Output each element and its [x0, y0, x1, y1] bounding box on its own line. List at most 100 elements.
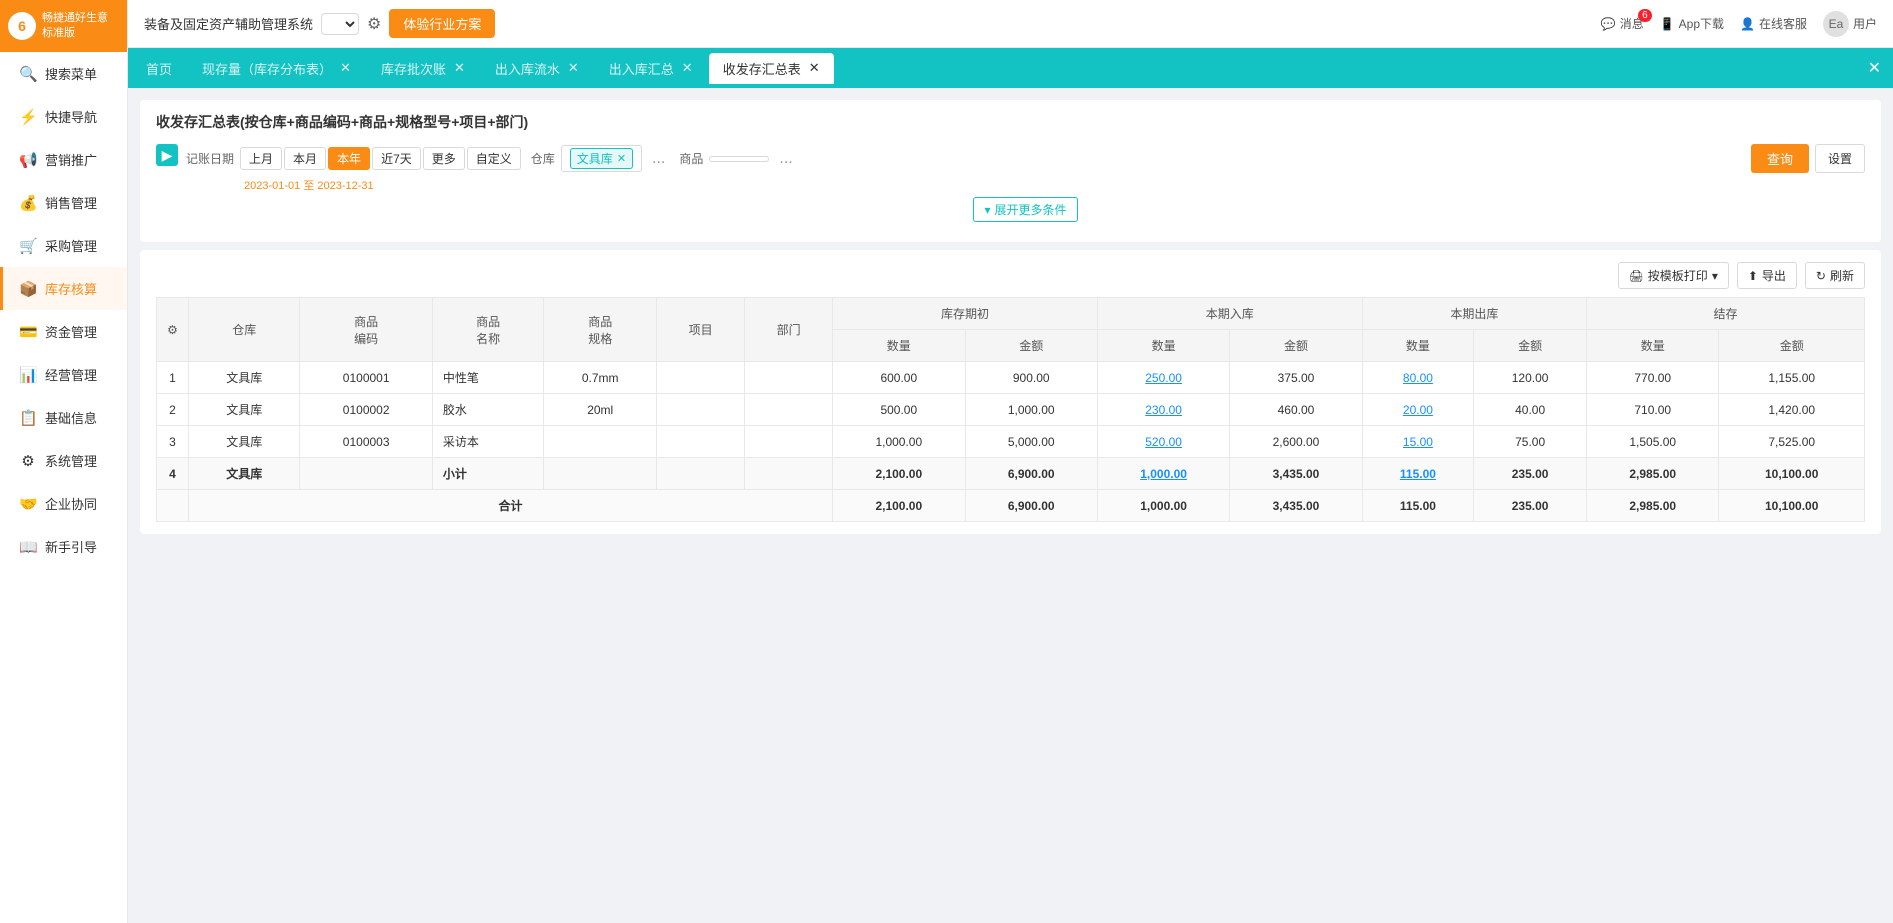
sidebar-label-inventory: 库存核算: [45, 279, 97, 298]
subtotal-in-qty[interactable]: 1,000.00: [1097, 458, 1229, 490]
refresh-btn[interactable]: ↻ 刷新: [1805, 262, 1865, 289]
row-out-amt: 75.00: [1474, 426, 1587, 458]
export-label: 导出: [1762, 267, 1786, 284]
sidebar-label-system: 系统管理: [45, 451, 97, 470]
sidebar-item-guide[interactable]: 📖 新手引导: [0, 525, 127, 568]
col-open-qty-header: 数量: [833, 330, 965, 362]
sidebar-icon-basic: 📋: [19, 409, 37, 427]
sidebar-item-search[interactable]: 🔍 搜索菜单: [0, 52, 127, 95]
subtotal-out-amt: 235.00: [1474, 458, 1587, 490]
sidebar-item-inventory[interactable]: 📦 库存核算: [0, 267, 127, 310]
warehouse-tag-close[interactable]: ✕: [617, 152, 626, 165]
system-select[interactable]: [321, 13, 359, 35]
row-goods-spec: [544, 426, 657, 458]
col-setting-header[interactable]: ⚙: [157, 298, 189, 362]
subtotal-out-qty[interactable]: 115.00: [1362, 458, 1474, 490]
date-btn-本月[interactable]: 本月: [284, 147, 326, 170]
tab-home[interactable]: 首页: [132, 53, 186, 84]
subtotal-open-amt: 6,900.00: [965, 458, 1097, 490]
export-btn[interactable]: ⬆ 导出: [1737, 262, 1797, 289]
row-out-qty[interactable]: 15.00: [1362, 426, 1474, 458]
trial-button[interactable]: 体验行业方案: [389, 9, 495, 38]
tab-inout_summary[interactable]: 出入库汇总 ✕: [595, 53, 707, 84]
col-out-header: 本期出库: [1362, 298, 1586, 330]
sidebar-icon-purchase: 🛒: [19, 237, 37, 255]
sidebar-item-finance[interactable]: 💳 资金管理: [0, 310, 127, 353]
subtotal-goods-spec: [544, 458, 657, 490]
app-download-item[interactable]: 📱 App下载: [1660, 15, 1724, 32]
tab-close-collect_summary[interactable]: ✕: [809, 60, 820, 76]
row-goods-name: 胶水: [432, 394, 543, 426]
sidebar-icon-enterprise: 🤝: [19, 495, 37, 513]
message-icon: 💬: [1601, 17, 1616, 31]
sidebar-icon-sales: 💰: [19, 194, 37, 212]
tab-close-inout_flow[interactable]: ✕: [568, 60, 579, 76]
tab-stock_dist[interactable]: 现存量（库存分布表） ✕: [188, 53, 365, 84]
tabs-close-all[interactable]: ✕: [1860, 54, 1889, 82]
filter-collapse-btn[interactable]: ▶: [156, 144, 178, 166]
tab-close-inout_summary[interactable]: ✕: [682, 60, 693, 76]
row-project: [657, 362, 745, 394]
user-item[interactable]: Ea 用户: [1823, 11, 1877, 37]
tab-batch_ledger[interactable]: 库存批次账✕: [367, 53, 479, 84]
footer-out-qty: 115.00: [1362, 490, 1474, 522]
print-btn[interactable]: 🖨 按模板打印 ▾: [1618, 262, 1729, 289]
data-table-container: ⚙ 仓库 商品编码 商品名称 商品规格 项目 部门 库存期初 本期入库 本期出库…: [156, 297, 1865, 522]
sidebar-label-sales: 销售管理: [45, 193, 97, 212]
row-in-qty[interactable]: 230.00: [1097, 394, 1229, 426]
row-project: [657, 426, 745, 458]
col-department-header: 部门: [745, 298, 833, 362]
date-range-label: 2023-01-01 至 2023-12-31: [244, 177, 1865, 193]
sidebar-item-business[interactable]: 📊 经营管理: [0, 353, 127, 396]
date-btn-自定义[interactable]: 自定义: [467, 147, 521, 170]
refresh-icon: ↻: [1816, 269, 1826, 283]
sidebar-item-enterprise[interactable]: 🤝 企业协同: [0, 482, 127, 525]
sidebar-item-sales[interactable]: 💰 销售管理: [0, 181, 127, 224]
sidebar-icon-quicknav: ⚡: [19, 108, 37, 126]
query-button[interactable]: 查询: [1751, 144, 1809, 173]
tab-inout_flow[interactable]: 出入库流水✕: [481, 53, 593, 84]
date-btn-上月[interactable]: 上月: [240, 147, 282, 170]
date-btn-本年[interactable]: 本年: [328, 147, 370, 170]
expand-label: 展开更多条件: [995, 201, 1067, 218]
gear-icon[interactable]: ⚙: [367, 14, 381, 34]
sidebar-icon-system: ⚙: [19, 452, 37, 470]
tab-label-inout_summary: 出入库汇总: [609, 59, 674, 78]
date-btn-近7天[interactable]: 近7天: [372, 147, 421, 170]
sidebar-item-system[interactable]: ⚙ 系统管理: [0, 439, 127, 482]
col-in-amt-header: 金额: [1230, 330, 1362, 362]
sidebar-item-basic[interactable]: 📋 基础信息: [0, 396, 127, 439]
subtotal-in-amt: 3,435.00: [1230, 458, 1362, 490]
settings-button[interactable]: 设置: [1815, 144, 1865, 173]
sidebar-label-guide: 新手引导: [45, 537, 97, 556]
date-btn-更多[interactable]: 更多: [423, 147, 465, 170]
row-out-amt: 40.00: [1474, 394, 1587, 426]
row-out-qty[interactable]: 80.00: [1362, 362, 1474, 394]
warehouse-more-dots[interactable]: ...: [648, 150, 669, 168]
expand-conditions-btn[interactable]: ▾ 展开更多条件: [973, 197, 1077, 222]
row-in-qty[interactable]: 520.00: [1097, 426, 1229, 458]
sidebar-label-basic: 基础信息: [45, 408, 97, 427]
tab-collect_summary[interactable]: 收发存汇总表✕: [709, 53, 834, 84]
logo-text: 畅捷通好生意 标准版: [42, 11, 108, 42]
row-out-qty[interactable]: 20.00: [1362, 394, 1474, 426]
tab-close-stock_dist[interactable]: ✕: [340, 60, 351, 76]
date-filter-label: 记账日期: [186, 150, 234, 167]
sidebar-item-purchase[interactable]: 🛒 采购管理: [0, 224, 127, 267]
tab-close-batch_ledger[interactable]: ✕: [454, 60, 465, 76]
tab-label-stock_dist: 现存量（库存分布表）: [202, 59, 332, 78]
row-in-qty[interactable]: 250.00: [1097, 362, 1229, 394]
row-open-qty: 600.00: [833, 362, 965, 394]
logo-area: 6 畅捷通好生意 标准版: [0, 0, 127, 52]
online-service-item[interactable]: 👤 在线客服: [1740, 15, 1807, 32]
sidebar-icon-finance: 💳: [19, 323, 37, 341]
warehouse-tag-container: 文具库 ✕: [561, 145, 642, 172]
sidebar-item-quicknav[interactable]: ⚡ 快捷导航: [0, 95, 127, 138]
row-warehouse: 文具库: [189, 362, 300, 394]
goods-more-dots[interactable]: ...: [775, 150, 796, 168]
subtotal-open-qty: 2,100.00: [833, 458, 965, 490]
page-title: 收发存汇总表(按仓库+商品编码+商品+规格型号+项目+部门): [156, 112, 1865, 132]
sidebar-item-marketing[interactable]: 📢 营销推广: [0, 138, 127, 181]
message-item[interactable]: 💬 消息 6: [1601, 15, 1644, 32]
online-service-label: 在线客服: [1759, 15, 1807, 32]
